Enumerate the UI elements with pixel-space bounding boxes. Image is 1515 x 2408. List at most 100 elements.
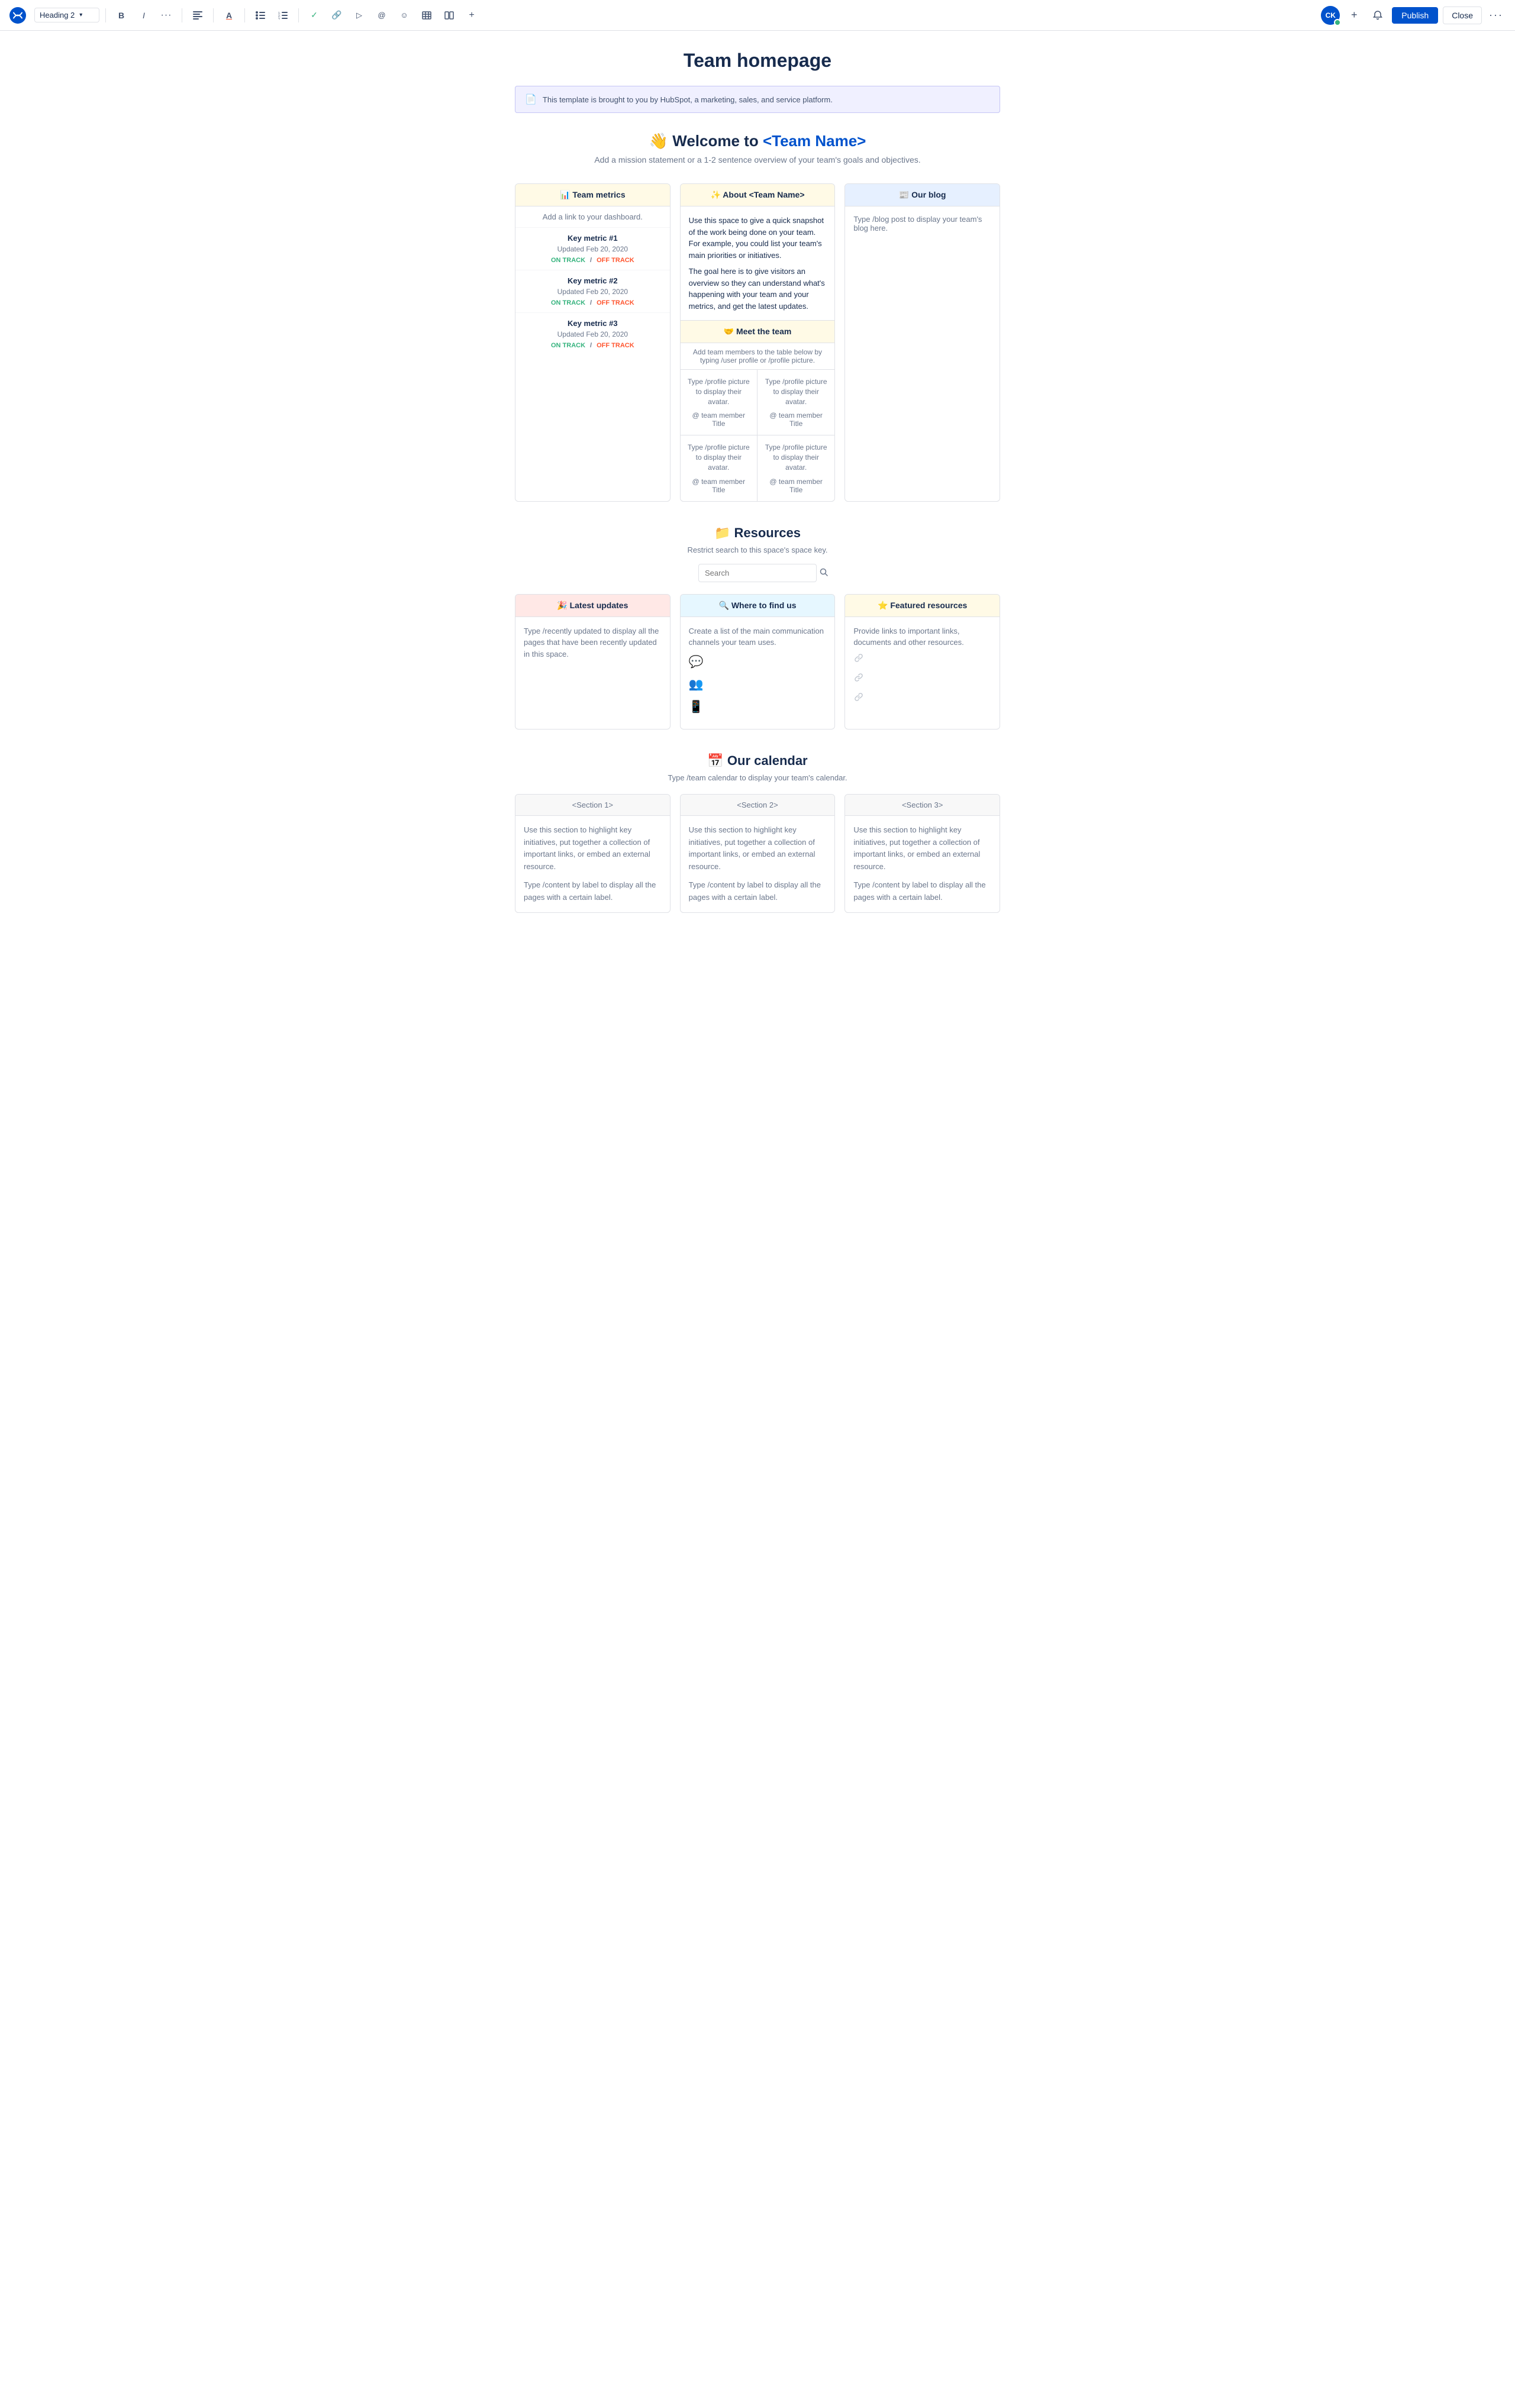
about-emoji: ✨ — [710, 190, 720, 199]
publish-button[interactable]: Publish — [1392, 7, 1438, 24]
welcome-section: 👋 Welcome to <Team Name> Add a mission s… — [515, 132, 1000, 164]
team-at-3: @ team member — [688, 477, 750, 486]
search-input[interactable] — [699, 565, 815, 581]
about-meet-col: ✨ About <Team Name> Use this space to gi… — [680, 183, 836, 502]
action-button[interactable]: ✓ — [305, 6, 324, 25]
table-button[interactable] — [417, 6, 436, 25]
where-to-find-card: 🔍 Where to find us Create a list of the … — [680, 594, 836, 729]
text-color-button[interactable]: A — [220, 6, 238, 25]
about-p2: The goal here is to give visitors an ove… — [689, 266, 827, 312]
team-member-4: Type /profile picture to display their a… — [758, 435, 834, 501]
notification-button[interactable] — [1368, 6, 1387, 25]
featured-link-2[interactable] — [853, 672, 991, 687]
chevron-down-icon: ▾ — [79, 12, 82, 18]
off-track-label: OFF TRACK — [597, 257, 634, 264]
section-2-p1: Use this section to highlight key initia… — [689, 824, 827, 873]
emoji-button[interactable]: ☺ — [395, 6, 414, 25]
where-emoji: 🔍 — [718, 601, 729, 610]
user-avatar[interactable]: CK — [1321, 6, 1340, 25]
team-title-2: Title — [765, 419, 827, 428]
banner-icon: 📄 — [525, 93, 537, 105]
info-banner: 📄 This template is brought to you by Hub… — [515, 86, 1000, 113]
resources-section: 📁 Resources Restrict search to this spac… — [515, 525, 1000, 729]
bullet-list-button[interactable] — [251, 6, 270, 25]
section-2-card: <Section 2> Use this section to highligh… — [680, 794, 836, 913]
meet-header: 🤝 Meet the team — [681, 321, 835, 343]
team-at-2: @ team member — [765, 411, 827, 419]
metric-3: Key metric #3 Updated Feb 20, 2020 ON TR… — [515, 313, 670, 355]
on-track-label-3: ON TRACK — [551, 342, 585, 349]
section-3-card: <Section 3> Use this section to highligh… — [844, 794, 1000, 913]
metric-2-name: Key metric #2 — [524, 276, 662, 285]
ellipsis-button[interactable]: ··· — [1487, 6, 1506, 25]
featured-link-3[interactable] — [853, 691, 991, 707]
metric-1-status: ON TRACK / OFF TRACK — [524, 257, 662, 264]
latest-updates-emoji: 🎉 — [557, 601, 567, 610]
divider-3 — [213, 8, 214, 22]
featured-link-1[interactable] — [853, 652, 991, 668]
metric-3-status: ON TRACK / OFF TRACK — [524, 342, 662, 349]
metric-2-updated: Updated Feb 20, 2020 — [524, 288, 662, 296]
team-name-heading[interactable]: <Team Name> — [763, 132, 866, 150]
off-track-label-3: OFF TRACK — [597, 342, 634, 349]
search-button[interactable] — [815, 564, 833, 582]
about-team-name[interactable]: <Team Name> — [749, 190, 805, 199]
team-member-3: Type /profile picture to display their a… — [681, 435, 758, 501]
toolbar-right: CK + Publish Close ··· — [1321, 6, 1506, 25]
team-metrics-header: 📊 Team metrics — [515, 184, 670, 206]
team-at-4: @ team member — [765, 477, 827, 486]
resources-emoji: 📁 — [714, 525, 730, 540]
layout-button[interactable] — [440, 6, 459, 25]
section-cards: <Section 1> Use this section to highligh… — [515, 794, 1000, 913]
divider-1 — [105, 8, 106, 22]
section-1-card: <Section 1> Use this section to highligh… — [515, 794, 671, 913]
section-3-body: Use this section to highlight key initia… — [845, 816, 1000, 912]
section-1-p1: Use this section to highlight key initia… — [524, 824, 662, 873]
about-header: ✨ About <Team Name> — [681, 184, 835, 206]
resources-subtitle: Restrict search to this space's space ke… — [515, 545, 1000, 554]
section-1-p2: Type /content by label to display all th… — [524, 879, 662, 904]
close-button[interactable]: Close — [1443, 7, 1482, 24]
team-at-1: @ team member — [688, 411, 750, 419]
metrics-emoji: 📊 — [560, 190, 570, 199]
latest-updates-body: Type /recently updated to display all th… — [515, 617, 670, 669]
avatar-placeholder-1: Type /profile picture to display their a… — [688, 377, 750, 406]
divider-4 — [244, 8, 245, 22]
team-metrics-card: 📊 Team metrics Add a link to your dashbo… — [515, 183, 671, 502]
metrics-body: Add a link to your dashboard. Key metric… — [515, 206, 670, 355]
metric-3-name: Key metric #3 — [524, 319, 662, 328]
blog-header: 📰 Our blog — [845, 184, 1000, 206]
section-1-body: Use this section to highlight key initia… — [515, 816, 670, 912]
where-to-find-body: Create a list of the main communication … — [681, 617, 835, 729]
off-track-label-2: OFF TRACK — [597, 299, 634, 306]
heading-select[interactable]: Heading 2 ▾ — [34, 8, 99, 22]
media-button[interactable]: ▷ — [350, 6, 369, 25]
section-3-label: <Section 3> — [902, 800, 943, 809]
featured-resources-card: ⭐ Featured resources Provide links to im… — [844, 594, 1000, 729]
page-content: Team homepage 📄 This template is brought… — [503, 31, 1012, 972]
page-title[interactable]: Team homepage — [515, 50, 1000, 72]
more-format-button[interactable]: ··· — [157, 6, 176, 25]
add-button[interactable]: + — [1345, 6, 1364, 25]
italic-button[interactable]: I — [134, 6, 153, 25]
featured-body: Provide links to important links, docume… — [845, 617, 1000, 719]
svg-text:3.: 3. — [278, 18, 281, 20]
heading-label: Heading 2 — [40, 11, 75, 20]
about-body: Use this space to give a quick snapshot … — [681, 206, 835, 321]
where-icon-3: 📱 — [689, 698, 827, 716]
app-logo[interactable] — [9, 7, 26, 24]
metric-2-status: ON TRACK / OFF TRACK — [524, 299, 662, 306]
mention-button[interactable]: @ — [372, 6, 391, 25]
avatar-placeholder-4: Type /profile picture to display their a… — [765, 443, 827, 472]
bold-button[interactable]: B — [112, 6, 131, 25]
link-button[interactable]: 🔗 — [327, 6, 346, 25]
align-button[interactable] — [188, 6, 207, 25]
welcome-text: Welcome to — [672, 132, 763, 150]
metrics-link[interactable]: Add a link to your dashboard. — [515, 206, 670, 228]
numbered-list-button[interactable]: 1.2.3. — [273, 6, 292, 25]
calendar-emoji: 📅 — [707, 753, 723, 768]
team-member-1: Type /profile picture to display their a… — [681, 370, 758, 435]
metric-3-updated: Updated Feb 20, 2020 — [524, 330, 662, 338]
resource-cards: 🎉 Latest updates Type /recently updated … — [515, 594, 1000, 729]
insert-button[interactable]: + — [462, 6, 481, 25]
